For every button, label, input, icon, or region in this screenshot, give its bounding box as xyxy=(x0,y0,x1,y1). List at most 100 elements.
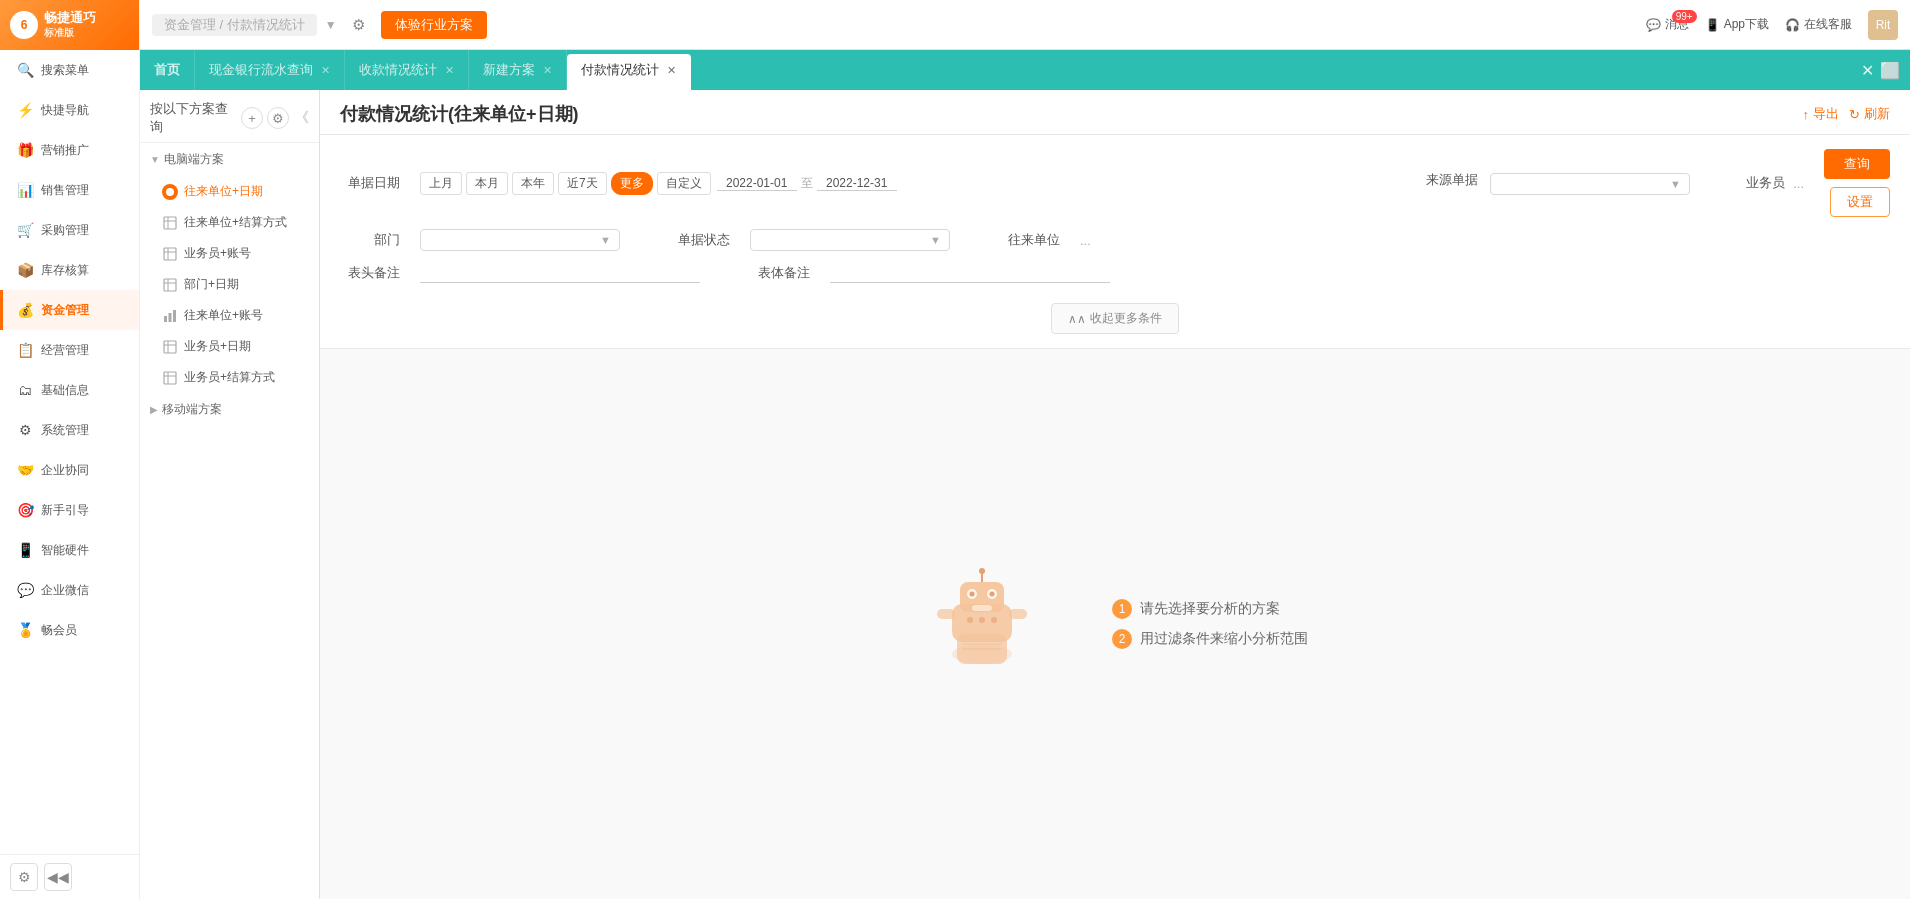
hint-text-1: 请先选择要分析的方案 xyxy=(1140,600,1280,618)
sidebar-item-label: 系统管理 xyxy=(41,422,89,439)
filter-settings-btn[interactable]: 设置 xyxy=(1830,187,1890,217)
refresh-icon: ↻ xyxy=(1849,107,1860,122)
sidebar-item-quick-nav[interactable]: ⚡ 快捷导航 xyxy=(0,90,139,130)
svg-point-23 xyxy=(979,568,985,574)
svg-rect-15 xyxy=(164,372,176,384)
scheme-item-partner-account[interactable]: 往来单位+账号 xyxy=(140,300,319,331)
purchase-icon: 🛒 xyxy=(15,220,35,240)
tab-payment-stats-close[interactable]: ✕ xyxy=(667,64,676,77)
scheme-item-staff-settle[interactable]: 业务员+结算方式 xyxy=(140,362,319,393)
staff-label: 业务员 xyxy=(1746,174,1785,192)
sidebar-item-member[interactable]: 🏅 畅会员 xyxy=(0,610,139,650)
tab-new-scheme-close[interactable]: ✕ xyxy=(543,64,552,77)
online-service-btn[interactable]: 🎧 在线客服 xyxy=(1785,16,1852,33)
sidebar-item-enterprise[interactable]: 🤝 企业协同 xyxy=(0,450,139,490)
date-last-7days-btn[interactable]: 近7天 xyxy=(558,172,607,195)
query-btn[interactable]: 查询 xyxy=(1824,149,1890,179)
sidebar-item-hardware[interactable]: 📱 智能硬件 xyxy=(0,530,139,570)
wechat-icon: 💬 xyxy=(15,580,35,600)
pc-group-arrow: ▼ xyxy=(150,154,160,165)
sidebar-item-inventory[interactable]: 📦 库存核算 xyxy=(0,250,139,290)
hardware-icon: 📱 xyxy=(15,540,35,560)
doc-status-select[interactable]: ▼ xyxy=(750,229,950,251)
body-note-label: 表体备注 xyxy=(750,264,810,282)
svg-point-31 xyxy=(991,617,997,623)
tab-new-scheme[interactable]: 新建方案 ✕ xyxy=(469,50,567,90)
app-download-btn[interactable]: 📱 App下载 xyxy=(1705,16,1769,33)
tab-bank-flow-close[interactable]: ✕ xyxy=(321,64,330,77)
enterprise-icon: 🤝 xyxy=(15,460,35,480)
mobile-scheme-group-header[interactable]: ▶ 移动端方案 xyxy=(140,393,319,426)
header-note-input[interactable] xyxy=(420,263,700,283)
collapse-sidebar-btn[interactable]: ◀◀ xyxy=(44,863,72,891)
sidebar-item-label: 资金管理 xyxy=(41,302,89,319)
scheme-panel-header: 按以下方案查询 + ⚙ 《 xyxy=(140,90,319,143)
export-btn[interactable]: ↑ 导出 xyxy=(1803,105,1840,123)
tab-payment-stats[interactable]: 付款情况统计 ✕ xyxy=(567,54,691,90)
topbar-breadcrumb: 资金管理 / 付款情况统计 xyxy=(152,14,317,36)
sidebar-item-basic-info[interactable]: 🗂 基础信息 xyxy=(0,370,139,410)
date-range-sep: 至 xyxy=(801,175,813,192)
topbar-gear-btn[interactable]: ⚙ xyxy=(345,11,373,39)
date-end-input[interactable] xyxy=(817,176,897,191)
sidebar-item-marketing[interactable]: 🎁 营销推广 xyxy=(0,130,139,170)
svg-rect-11 xyxy=(173,310,176,322)
date-custom-btn[interactable]: 自定义 xyxy=(657,172,711,195)
topbar-dropdown-arrow[interactable]: ▼ xyxy=(325,18,337,32)
tab-home-label: 首页 xyxy=(154,61,180,79)
filter-row-3: 表头备注 表体备注 xyxy=(340,263,1890,283)
date-this-year-btn[interactable]: 本年 xyxy=(512,172,554,195)
collapse-more-btn[interactable]: ∧∧ 收起更多条件 xyxy=(1051,303,1179,334)
date-start-input[interactable] xyxy=(717,176,797,191)
sidebar-item-guide[interactable]: 🎯 新手引导 xyxy=(0,490,139,530)
svg-rect-3 xyxy=(164,248,176,260)
sidebar-item-system[interactable]: ⚙ 系统管理 xyxy=(0,410,139,450)
trial-btn[interactable]: 体验行业方案 xyxy=(381,11,487,39)
dept-select[interactable]: ▼ xyxy=(420,229,620,251)
date-this-month-btn[interactable]: 本月 xyxy=(466,172,508,195)
tab-receipt-stats[interactable]: 收款情况统计 ✕ xyxy=(345,50,469,90)
scheme-panel-title: 按以下方案查询 xyxy=(150,100,235,136)
scheme-item-staff-date[interactable]: 业务员+日期 xyxy=(140,331,319,362)
empty-state: 1 请先选择要分析的方案 2 用过滤条件来缩小分析范围 xyxy=(922,564,1308,684)
date-range: 至 xyxy=(717,175,897,192)
tab-home[interactable]: 首页 xyxy=(140,50,195,90)
close-all-tabs-btn[interactable]: ✕ xyxy=(1861,61,1874,80)
scheme-item-partner-date[interactable]: 往来单位+日期 xyxy=(140,176,319,207)
refresh-label: 刷新 xyxy=(1864,105,1890,123)
sidebar-nav: 🔍 搜索菜单 ⚡ 快捷导航 🎁 营销推广 📊 销售管理 🛒 采购管理 📦 xyxy=(0,50,139,854)
sidebar-item-operations[interactable]: 📋 经营管理 xyxy=(0,330,139,370)
body-note-input[interactable] xyxy=(830,263,1110,283)
pc-scheme-group: ▼ 电脑端方案 往来单位+日期 往来单位+结算方式 xyxy=(140,143,319,393)
date-last-month-btn[interactable]: 上月 xyxy=(420,172,462,195)
settings-footer-btn[interactable]: ⚙ xyxy=(10,863,38,891)
maximize-tab-btn[interactable]: ⬜ xyxy=(1880,61,1900,80)
scheme-item-dept-date[interactable]: 部门+日期 xyxy=(140,269,319,300)
query-actions: 查询 设置 xyxy=(1824,149,1890,217)
scheme-settings-btn[interactable]: ⚙ xyxy=(267,107,289,129)
messages-btn[interactable]: 💬 消息 99+ xyxy=(1646,16,1689,33)
refresh-btn[interactable]: ↻ 刷新 xyxy=(1849,105,1890,123)
date-more-btn[interactable]: 更多 xyxy=(611,172,653,195)
scheme-item-label: 部门+日期 xyxy=(184,276,239,293)
tab-bank-flow[interactable]: 现金银行流水查询 ✕ xyxy=(195,50,345,90)
content-area: 按以下方案查询 + ⚙ 《 ▼ 电脑端方案 xyxy=(140,90,1910,899)
pc-scheme-group-header[interactable]: ▼ 电脑端方案 xyxy=(140,143,319,176)
sidebar-item-label: 经营管理 xyxy=(41,342,89,359)
date-shortcuts: 上月 本月 本年 近7天 更多 自定义 xyxy=(420,172,711,195)
sidebar-item-label: 企业微信 xyxy=(41,582,89,599)
sidebar-header: 6 畅捷通巧 标准版 xyxy=(0,0,139,50)
sidebar-item-funds[interactable]: 💰 资金管理 xyxy=(0,290,139,330)
scheme-item-partner-settle[interactable]: 往来单位+结算方式 xyxy=(140,207,319,238)
add-scheme-btn[interactable]: + xyxy=(241,107,263,129)
sidebar-item-search[interactable]: 🔍 搜索菜单 xyxy=(0,50,139,90)
mobile-scheme-group: ▶ 移动端方案 xyxy=(140,393,319,426)
scheme-item-staff-account[interactable]: 业务员+账号 xyxy=(140,238,319,269)
sidebar-item-wechat[interactable]: 💬 企业微信 xyxy=(0,570,139,610)
sidebar-item-sales[interactable]: 📊 销售管理 xyxy=(0,170,139,210)
source-doc-select[interactable]: ▼ xyxy=(1490,173,1690,195)
sidebar-item-purchase[interactable]: 🛒 采购管理 xyxy=(0,210,139,250)
scheme-collapse-btn[interactable]: 《 xyxy=(295,109,309,127)
sidebar-item-label: 新手引导 xyxy=(41,502,89,519)
tab-receipt-stats-close[interactable]: ✕ xyxy=(445,64,454,77)
